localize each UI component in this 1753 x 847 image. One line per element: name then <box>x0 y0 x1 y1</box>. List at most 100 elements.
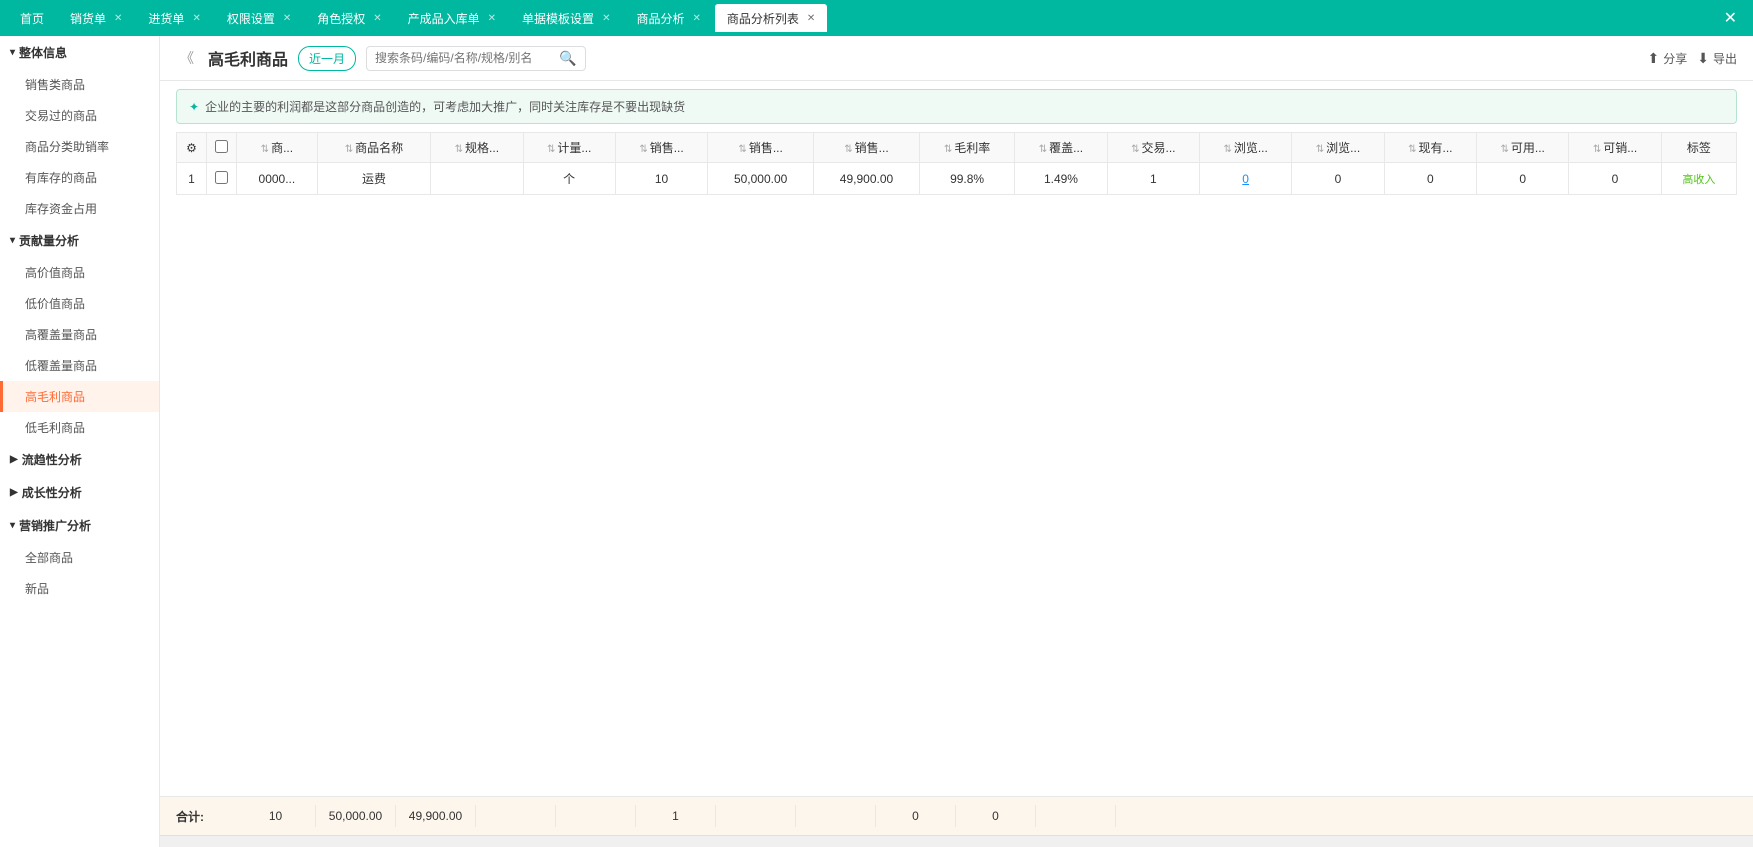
row-views1[interactable]: 0 <box>1199 163 1291 195</box>
sidebar-item-stock-goods[interactable]: 有库存的商品 <box>0 162 159 193</box>
share-button[interactable]: ⬆ 分享 <box>1648 50 1688 67</box>
tab-roles[interactable]: 角色授权 ✕ <box>305 4 393 32</box>
row-spec <box>431 163 523 195</box>
row-current-stock: 0 <box>1384 163 1476 195</box>
info-icon: ✦ <box>189 100 199 114</box>
row-margin-rate: 99.8% <box>919 163 1014 195</box>
tab-template-settings[interactable]: 单据模板设置 ✕ <box>510 4 622 32</box>
horizontal-scrollbar[interactable] <box>160 835 1753 847</box>
sidebar-item-high-coverage[interactable]: 高覆盖量商品 <box>0 319 159 350</box>
column-unit: ⇅计量... <box>523 133 615 163</box>
row-index: 1 <box>177 163 207 195</box>
sidebar-item-category-rate[interactable]: 商品分类助销率 <box>0 131 159 162</box>
column-code: ⇅商... <box>237 133 318 163</box>
sidebar-item-sales-goods[interactable]: 销售类商品 <box>0 69 159 100</box>
tab-product-stock[interactable]: 产成品入库单 ✕ <box>396 4 508 32</box>
row-coverage: 1.49% <box>1015 163 1107 195</box>
close-icon[interactable]: ✕ <box>807 13 815 24</box>
sidebar-item-low-value[interactable]: 低价值商品 <box>0 288 159 319</box>
footer-available-stock: 0 <box>956 805 1036 827</box>
sidebar-item-high-margin[interactable]: 高毛利商品 <box>0 381 159 412</box>
row-transaction: 1 <box>1107 163 1199 195</box>
footer-sales-profit: 49,900.00 <box>396 805 476 827</box>
sidebar-item-new-goods[interactable]: 新品 <box>0 573 159 604</box>
column-available-stock: ⇅可用... <box>1477 133 1569 163</box>
column-sellable-stock: ⇅可销... <box>1569 133 1661 163</box>
sidebar-group-flow[interactable]: ▶ 流趋性分析 <box>0 443 159 476</box>
column-sales-profit: ⇅销售... <box>814 133 920 163</box>
share-icon: ⬆ <box>1648 50 1660 67</box>
footer-transaction: 1 <box>636 805 716 827</box>
sidebar-group-contribution[interactable]: ▾ 贡献量分析 <box>0 224 159 257</box>
close-icon[interactable]: ✕ <box>373 13 381 24</box>
sidebar-group-marketing[interactable]: ▾ 营销推广分析 <box>0 509 159 542</box>
close-icon[interactable]: ✕ <box>192 13 200 24</box>
table-row: 1 0000... 运费 个 10 50,000.00 49,900.00 99… <box>177 163 1737 195</box>
tab-home[interactable]: 首页 <box>8 4 56 32</box>
close-icon[interactable]: ✕ <box>114 13 122 24</box>
tab-product-analysis[interactable]: 商品分析 ✕ <box>624 4 712 32</box>
column-sales-amount: ⇅销售... <box>708 133 814 163</box>
column-name: ⇅商品名称 <box>317 133 430 163</box>
column-sales-qty: ⇅销售... <box>615 133 707 163</box>
select-all-checkbox[interactable] <box>215 140 228 153</box>
footer-margin <box>476 805 556 827</box>
sidebar-item-high-value[interactable]: 高价值商品 <box>0 257 159 288</box>
sidebar-group-growth[interactable]: ▶ 成长性分析 <box>0 476 159 509</box>
window-close-button[interactable]: ✕ <box>1716 8 1745 28</box>
tab-product-analysis-list[interactable]: 商品分析列表 ✕ <box>715 4 827 32</box>
sidebar-item-all-goods[interactable]: 全部商品 <box>0 542 159 573</box>
column-coverage: ⇅覆盖... <box>1015 133 1107 163</box>
sidebar-item-stock-capital[interactable]: 库存资金占用 <box>0 193 159 224</box>
column-spec: ⇅规格... <box>431 133 523 163</box>
header-actions: ⬆ 分享 ⬇ 导出 <box>1648 50 1738 67</box>
footer-total: 合计: 10 50,000.00 49,900.00 1 0 0 <box>160 796 1753 835</box>
sidebar-group-overall[interactable]: ▾ 整体信息 <box>0 36 159 69</box>
info-banner: ✦ 企业的主要的利润都是这部分商品创造的，可考虑加大推广，同时关注库存是不要出现… <box>176 89 1737 124</box>
close-icon[interactable]: ✕ <box>692 13 700 24</box>
top-navigation: 首页 销货单 ✕ 进货单 ✕ 权限设置 ✕ 角色授权 ✕ 产成品入库单 ✕ 单据… <box>0 0 1753 36</box>
row-select-checkbox[interactable] <box>215 171 228 184</box>
table-header-row: ⚙ ⇅商... ⇅商品名称 ⇅规格... ⇅计量... ⇅销售... ⇅销售..… <box>177 133 1737 163</box>
main-layout: ▾ 整体信息 销售类商品 交易过的商品 商品分类助销率 有库存的商品 库存资金占… <box>0 36 1753 847</box>
sidebar-item-traded-goods[interactable]: 交易过的商品 <box>0 100 159 131</box>
sidebar-item-low-margin[interactable]: 低毛利商品 <box>0 412 159 443</box>
row-available-stock: 0 <box>1477 163 1569 195</box>
tab-purchase-order[interactable]: 进货单 ✕ <box>136 4 212 32</box>
chevron-down-icon: ▾ <box>10 47 15 58</box>
column-settings[interactable]: ⚙ <box>177 133 207 163</box>
row-sales-profit: 49,900.00 <box>814 163 920 195</box>
tab-permissions[interactable]: 权限设置 ✕ <box>215 4 303 32</box>
time-filter-button[interactable]: 近一月 <box>298 46 356 71</box>
export-icon: ⬇ <box>1697 50 1709 67</box>
page-title: 高毛利商品 <box>208 46 288 70</box>
footer-sales-amount: 50,000.00 <box>316 805 396 827</box>
row-unit: 个 <box>523 163 615 195</box>
close-icon[interactable]: ✕ <box>488 13 496 24</box>
chevron-down-icon: ▾ <box>10 235 15 246</box>
footer-sales-qty: 10 <box>236 805 316 827</box>
chevron-right-icon: ▶ <box>10 454 18 465</box>
tab-sales-order[interactable]: 销货单 ✕ <box>58 4 134 32</box>
row-code: 0000... <box>237 163 318 195</box>
search-input[interactable] <box>375 51 555 65</box>
close-icon[interactable]: ✕ <box>283 13 291 24</box>
search-icon[interactable]: 🔍 <box>559 50 576 67</box>
total-label: 合计: <box>176 808 216 825</box>
column-views1: ⇅浏览... <box>1199 133 1291 163</box>
content-area: 《 高毛利商品 近一月 🔍 ⬆ 分享 ⬇ 导出 ✦ 企业的主要的利润都是这部 <box>160 36 1753 847</box>
collapse-button[interactable]: 《 <box>176 44 198 72</box>
footer-views1 <box>716 805 796 827</box>
column-transaction: ⇅交易... <box>1107 133 1199 163</box>
close-icon[interactable]: ✕ <box>602 13 610 24</box>
table-wrapper: ⚙ ⇅商... ⇅商品名称 ⇅规格... ⇅计量... ⇅销售... ⇅销售..… <box>160 132 1753 796</box>
row-name: 运费 <box>317 163 430 195</box>
row-checkbox[interactable] <box>207 163 237 195</box>
footer-current-stock: 0 <box>876 805 956 827</box>
row-sales-qty: 10 <box>615 163 707 195</box>
sidebar-item-low-coverage[interactable]: 低覆盖量商品 <box>0 350 159 381</box>
footer-sellable-stock <box>1036 805 1116 827</box>
column-checkbox[interactable] <box>207 133 237 163</box>
export-button[interactable]: ⬇ 导出 <box>1697 50 1737 67</box>
row-sales-amount: 50,000.00 <box>708 163 814 195</box>
